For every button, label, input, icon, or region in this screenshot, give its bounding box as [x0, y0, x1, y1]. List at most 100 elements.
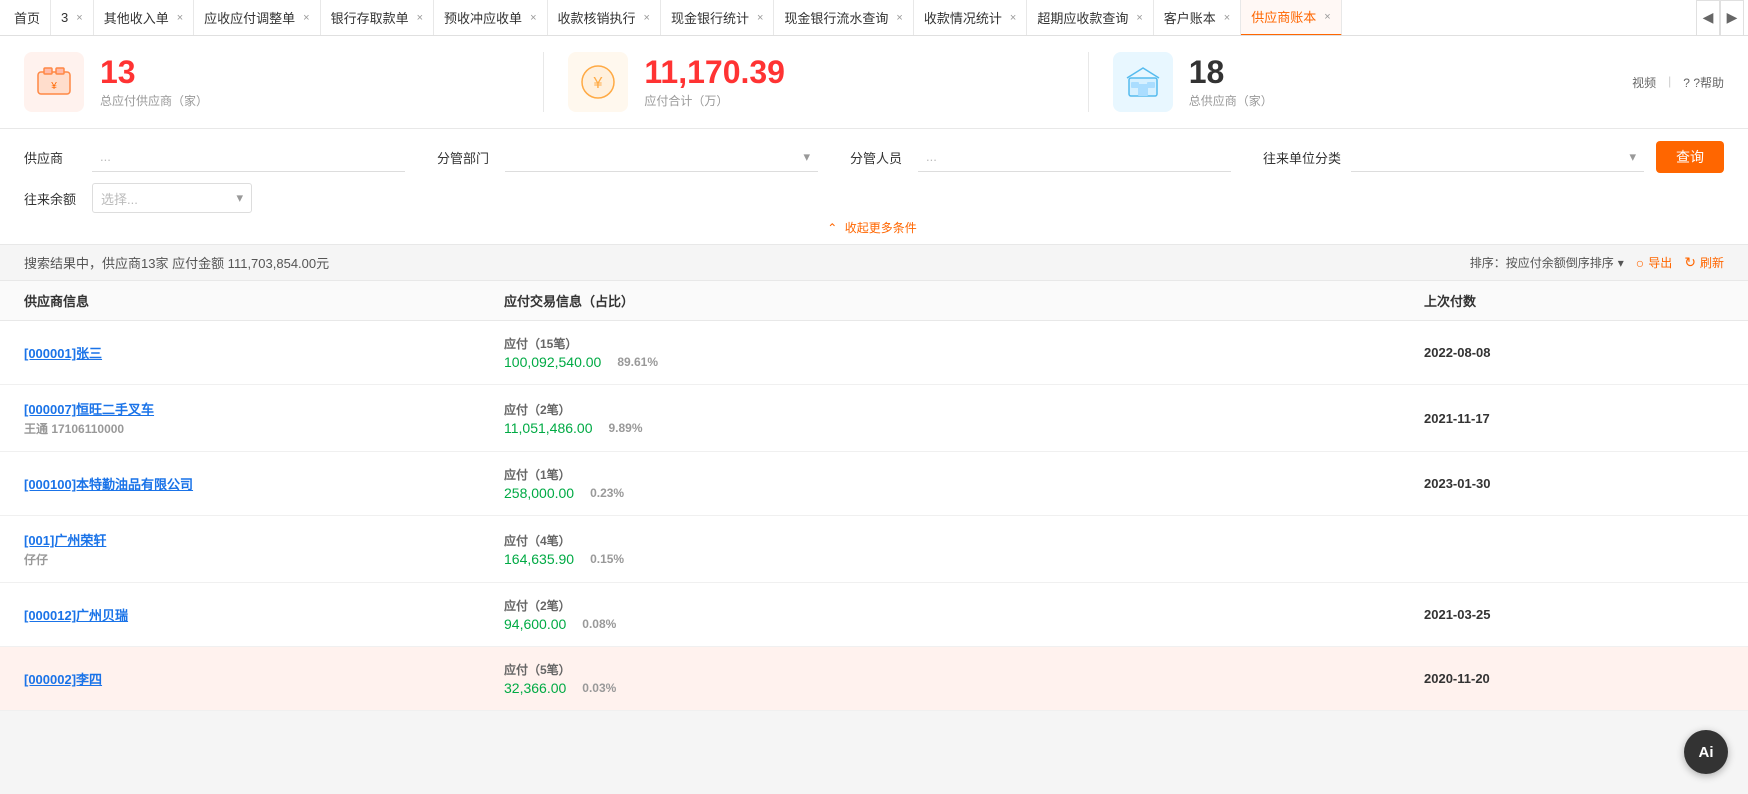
- last-pay-000012: 2021-03-25: [1424, 607, 1724, 622]
- nav-tab-advance-collect-close[interactable]: ×: [530, 12, 536, 24]
- payable-suppliers-number: 13: [100, 55, 208, 90]
- dept-chevron-icon: ▾: [803, 149, 810, 165]
- nav-tab-payable-adjust-close[interactable]: ×: [303, 12, 309, 24]
- summary-card-payable-total: ¥ 11,170.39 应付合计（万）: [568, 52, 1088, 112]
- table-row: [000001]张三 应付（15笔） 100,092,540.00 89.61%…: [0, 321, 1748, 385]
- video-link[interactable]: 视频: [1632, 74, 1656, 91]
- nav-tab-cash-bank-flow[interactable]: 现金银行流水查询 ×: [774, 0, 913, 36]
- separator: |: [1668, 74, 1671, 88]
- payable-info-000100: 应付（1笔） 258,000.00 0.23%: [504, 466, 1424, 501]
- supplier-link-000100[interactable]: [000100]本特勤油品有限公司: [24, 474, 504, 493]
- nav-tab-customer-account[interactable]: 客户账本 ×: [1154, 0, 1241, 36]
- payable-label-000007: 应付（2笔）: [504, 401, 1424, 418]
- payable-row-000007: 11,051,486.00 9.89%: [504, 420, 1424, 436]
- filter-row-1: 供应商 分管部门 ▾ 分管人员 往来单位分类 ▾ 查询: [24, 141, 1724, 173]
- nav-tab-overdue-collect-label: 超期应收款查询: [1037, 8, 1128, 27]
- nav-tab-bank-deposit-close[interactable]: ×: [417, 12, 423, 24]
- nav-tab-cash-bank-flow-close[interactable]: ×: [896, 12, 902, 24]
- dept-filter-select[interactable]: ▾: [505, 142, 818, 172]
- filter-person: 分管人员: [850, 142, 1231, 172]
- payable-total-label: 应付合计（万）: [644, 92, 785, 109]
- payable-amount-000002: 32,366.00: [504, 680, 566, 696]
- supplier-link-001[interactable]: [001]广州荣轩: [24, 530, 504, 549]
- summary-info-total-suppliers: 18 总供应商（家）: [1189, 55, 1273, 109]
- balance-filter-select[interactable]: 选择... ▾: [92, 183, 252, 213]
- nav-tab-home-label: 首页: [14, 8, 40, 27]
- nav-arrows: ◀ ▶: [1696, 0, 1744, 36]
- sort-label: 排序：按应付余额倒序排序: [1470, 254, 1614, 271]
- nav-tab-collect-stat-close[interactable]: ×: [1010, 12, 1016, 24]
- nav-tab-bank-deposit[interactable]: 银行存取款单 ×: [321, 0, 434, 36]
- last-pay-date-000012: 2021-03-25: [1424, 607, 1491, 622]
- nav-tab-cash-bank-stat[interactable]: 现金银行统计 ×: [661, 0, 774, 36]
- nav-tab-supplier-account-close[interactable]: ×: [1324, 11, 1330, 23]
- nav-tab-overdue-collect[interactable]: 超期应收款查询 ×: [1027, 0, 1153, 36]
- payable-row-000001: 100,092,540.00 89.61%: [504, 354, 1424, 370]
- nav-tab-t3-label: 3: [61, 10, 68, 25]
- refresh-icon: ↻: [1684, 254, 1696, 271]
- refresh-button[interactable]: ↻ 刷新: [1684, 254, 1724, 271]
- balance-select-placeholder: 选择...: [101, 189, 236, 208]
- nav-tab-cash-bank-stat-label: 现金银行统计: [671, 8, 749, 27]
- supplier-info-000100: [000100]本特勤油品有限公司: [24, 474, 504, 493]
- payable-pct-000100: 0.23%: [590, 486, 624, 500]
- ai-badge[interactable]: Ai: [1684, 730, 1728, 774]
- supplier-link-000012[interactable]: [000012]广州贝瑞: [24, 605, 504, 624]
- payable-pct-001: 0.15%: [590, 552, 624, 566]
- collapse-label: 收起更多条件: [845, 221, 917, 235]
- nav-tab-advance-collect[interactable]: 预收冲应收单 ×: [434, 0, 547, 36]
- supplier-link-000002[interactable]: [000002]李四: [24, 669, 504, 688]
- payable-label-000012: 应付（2笔）: [504, 597, 1424, 614]
- person-filter-label: 分管人员: [850, 148, 910, 167]
- nav-tab-collect-stat[interactable]: 收款情况统计 ×: [914, 0, 1027, 36]
- sort-button[interactable]: 排序：按应付余额倒序排序 ▾: [1470, 254, 1624, 271]
- payable-info-000001: 应付（15笔） 100,092,540.00 89.61%: [504, 335, 1424, 370]
- payable-row-000100: 258,000.00 0.23%: [504, 485, 1424, 501]
- payable-info-000007: 应付（2笔） 11,051,486.00 9.89%: [504, 401, 1424, 436]
- payable-row-001: 164,635.90 0.15%: [504, 551, 1424, 567]
- filter-balance: 往来余额 选择... ▾: [24, 183, 1724, 213]
- nav-tab-customer-account-close[interactable]: ×: [1224, 12, 1230, 24]
- result-actions: 排序：按应付余额倒序排序 ▾ ○ 导出 ↻ 刷新: [1470, 254, 1724, 271]
- nav-tab-advance-collect-label: 预收冲应收单: [444, 8, 522, 27]
- payable-pct-000002: 0.03%: [582, 681, 616, 695]
- nav-tab-overdue-collect-close[interactable]: ×: [1136, 12, 1142, 24]
- help-link[interactable]: ? ?帮助: [1683, 74, 1724, 91]
- nav-tab-other-income[interactable]: 其他收入单 ×: [94, 0, 194, 36]
- payable-label-000001: 应付（15笔）: [504, 335, 1424, 352]
- collapse-icon: ⌃: [827, 221, 837, 235]
- help-icon: ?: [1683, 76, 1690, 90]
- nav-tab-other-income-close[interactable]: ×: [177, 12, 183, 24]
- nav-tab-payable-adjust[interactable]: 应收应付调整单 ×: [194, 0, 320, 36]
- nav-arrow-left[interactable]: ◀: [1696, 0, 1720, 36]
- summary-bar: ¥ 13 总应付供应商（家） ¥ 11,170.39 应付合计（万）: [0, 36, 1748, 129]
- supplier-link-000001[interactable]: [000001]张三: [24, 343, 504, 362]
- nav-tab-collect-verify-close[interactable]: ×: [644, 12, 650, 24]
- category-filter-select[interactable]: ▾: [1351, 142, 1644, 172]
- supplier-filter-input[interactable]: [92, 142, 405, 172]
- nav-tab-supplier-account[interactable]: 供应商账本 ×: [1241, 0, 1341, 36]
- last-pay-000100: 2023-01-30: [1424, 476, 1724, 491]
- nav-tab-t3-close[interactable]: ×: [76, 12, 82, 24]
- payable-amount-001: 164,635.90: [504, 551, 574, 567]
- payable-row-000002: 32,366.00 0.03%: [504, 680, 1424, 696]
- nav-tab-home[interactable]: 首页: [4, 0, 51, 36]
- nav-tab-t3[interactable]: 3 ×: [51, 0, 94, 36]
- export-button[interactable]: ○ 导出: [1636, 254, 1672, 271]
- person-filter-input[interactable]: [918, 142, 1231, 172]
- nav-tab-cash-bank-flow-label: 现金银行流水查询: [784, 8, 888, 27]
- data-table: 供应商信息 应付交易信息（占比） 上次付数 [000001]张三 应付（15笔）…: [0, 281, 1748, 711]
- payable-label-000100: 应付（1笔）: [504, 466, 1424, 483]
- query-button[interactable]: 查询: [1656, 141, 1724, 173]
- collapse-bar[interactable]: ⌃ 收起更多条件: [24, 213, 1724, 244]
- nav-arrow-right[interactable]: ▶: [1720, 0, 1744, 36]
- nav-tab-cash-bank-stat-close[interactable]: ×: [757, 12, 763, 24]
- nav-tab-collect-verify[interactable]: 收款核销执行 ×: [548, 0, 661, 36]
- supplier-info-001: [001]广州荣轩 仔仔: [24, 530, 504, 568]
- supplier-filter-label: 供应商: [24, 148, 84, 167]
- last-pay-000001: 2022-08-08: [1424, 345, 1724, 360]
- supplier-link-000007[interactable]: [000007]恒旺二手叉车: [24, 399, 504, 418]
- payable-amount-000100: 258,000.00: [504, 485, 574, 501]
- payable-label-000002: 应付（5笔）: [504, 661, 1424, 678]
- nav-tab-payable-adjust-label: 应收应付调整单: [204, 8, 295, 27]
